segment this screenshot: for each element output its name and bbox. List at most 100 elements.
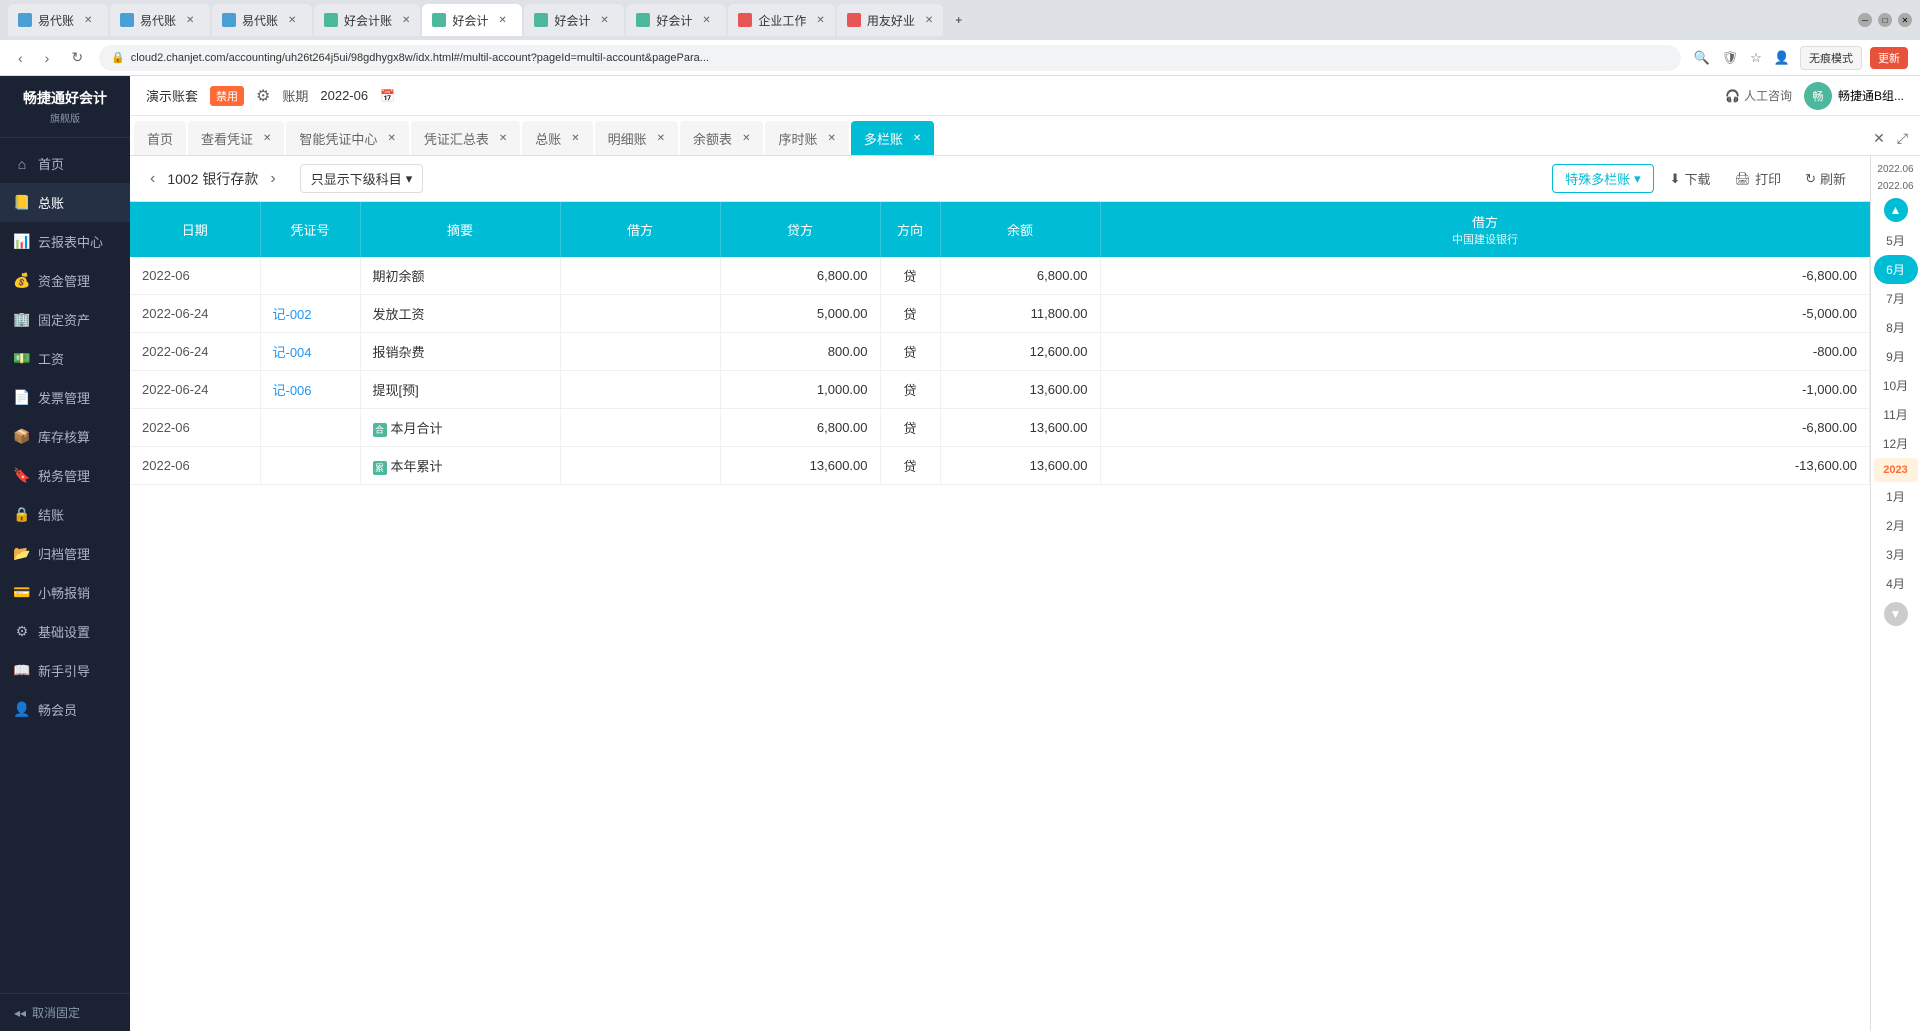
date-month-7[interactable]: 7月 (1874, 284, 1918, 313)
expand-panel-icon[interactable]: ⤢ (1893, 126, 1912, 151)
close-tab-detail[interactable]: ✕ (657, 133, 665, 144)
close-tab-smart[interactable]: ✕ (387, 133, 395, 144)
prev-account-btn[interactable]: ‹ (146, 168, 159, 190)
tab-general-ledger[interactable]: 总账 ✕ (522, 121, 592, 155)
sidebar-item-member[interactable]: 👤 畅会员 (0, 690, 130, 729)
nav-back-btn[interactable]: ‹ (12, 48, 29, 68)
close-tab-general[interactable]: ✕ (571, 133, 579, 144)
date-month-2023-3[interactable]: 3月 (1874, 540, 1918, 569)
new-tab-btn[interactable]: + (945, 4, 975, 36)
tab-close-2[interactable]: ✕ (186, 15, 194, 26)
sidebar-item-tax[interactable]: 🔖 税务管理 (0, 456, 130, 495)
tab-balance[interactable]: 余额表 ✕ (680, 121, 763, 155)
date-month-9[interactable]: 9月 (1874, 342, 1918, 371)
multi-col-btn[interactable]: 特殊多栏账 ▾ (1552, 164, 1654, 193)
sidebar-item-archive[interactable]: 📂 归档管理 (0, 534, 130, 573)
demo-badge[interactable]: 禁用 (210, 86, 244, 106)
sidebar-item-ledger[interactable]: 📒 总账 (0, 183, 130, 222)
sidebar-item-invoice[interactable]: 📄 发票管理 (0, 378, 130, 417)
tab-close-5[interactable]: ✕ (498, 15, 506, 26)
consult-btn[interactable]: 🎧 人工咨询 (1725, 87, 1792, 104)
refresh-btn[interactable]: ↻ 刷新 (1797, 165, 1854, 192)
date-month-12[interactable]: 12月 (1874, 429, 1918, 458)
cell-balance-0: 6,800.00 (940, 257, 1100, 295)
table-row: 2022-06-24 记-006 提现[预] 1,000.00 贷 13,600… (130, 371, 1870, 409)
nav-refresh-btn[interactable]: ↻ (65, 47, 89, 68)
close-tab-journal[interactable]: ✕ (827, 133, 835, 144)
tab-close-6[interactable]: ✕ (600, 15, 608, 26)
sidebar-item-funds[interactable]: 💰 资金管理 (0, 261, 130, 300)
sidebar-item-payroll[interactable]: 💵 工资 (0, 339, 130, 378)
close-tab-voucher-view[interactable]: ✕ (263, 133, 271, 144)
next-account-btn[interactable]: › (266, 168, 279, 190)
browser-tab-4[interactable]: 好会计账 ✕ (314, 4, 420, 36)
browser-tab-8[interactable]: 企业工作 ✕ (728, 4, 834, 36)
unpin-btn[interactable]: ◂◂ 取消固定 (14, 1004, 116, 1021)
sidebar-item-inventory[interactable]: 📦 库存核算 (0, 417, 130, 456)
update-btn[interactable]: 更新 (1870, 47, 1908, 69)
filter-dropdown[interactable]: 只显示下级科目 ▾ (300, 164, 424, 193)
date-nav-down[interactable]: ▼ (1884, 602, 1908, 626)
tab-bar-right: ✕ ⤢ (1869, 126, 1920, 155)
window-maximize[interactable]: □ (1878, 13, 1892, 27)
window-close[interactable]: ✕ (1898, 13, 1912, 27)
date-month-2023-4[interactable]: 4月 (1874, 569, 1918, 598)
shield-icon[interactable]: 🛡 (1720, 48, 1741, 68)
tab-voucher-view[interactable]: 查看凭证 ✕ (188, 121, 284, 155)
tab-close-7[interactable]: ✕ (702, 15, 710, 26)
sidebar-item-close[interactable]: 🔒 结账 (0, 495, 130, 534)
browser-tab-3[interactable]: 易代账 ✕ (212, 4, 312, 36)
close-panel-icon[interactable]: ✕ (1869, 126, 1889, 151)
date-month-6[interactable]: 6月 (1874, 255, 1918, 284)
tab-close-1[interactable]: ✕ (84, 15, 92, 26)
search-icon[interactable]: 🔍 (1691, 48, 1711, 68)
print-btn[interactable]: 🖨 打印 (1727, 165, 1790, 192)
browser-tab-9[interactable]: 用友好业 ✕ (837, 4, 943, 36)
nav-forward-btn[interactable]: › (39, 48, 56, 68)
tab-smart-voucher[interactable]: 智能凭证中心 ✕ (286, 121, 408, 155)
wuhen-btn[interactable]: 无痕模式 (1800, 46, 1862, 70)
browser-tab-6[interactable]: 好会计 ✕ (524, 4, 624, 36)
tab-home[interactable]: 首页 (134, 121, 186, 155)
date-month-2023-1[interactable]: 1月 (1874, 482, 1918, 511)
tab-close-4[interactable]: ✕ (402, 15, 410, 26)
profile-icon[interactable]: 👤 (1772, 48, 1792, 68)
date-month-11[interactable]: 11月 (1874, 400, 1918, 429)
sidebar-item-settings[interactable]: ⚙ 基础设置 (0, 612, 130, 651)
tab-close-8[interactable]: ✕ (816, 15, 824, 26)
close-tab-multi-col[interactable]: ✕ (913, 133, 921, 144)
sidebar-item-home[interactable]: ⌂ 首页 (0, 144, 130, 183)
tab-close-3[interactable]: ✕ (288, 15, 296, 26)
sidebar-item-reports[interactable]: 📊 云报表中心 (0, 222, 130, 261)
voucher-link-2[interactable]: 记-004 (273, 345, 312, 360)
browser-tab-1[interactable]: 易代账 ✕ (8, 4, 108, 36)
calendar-icon[interactable]: 📅 (380, 89, 395, 103)
close-tab-balance[interactable]: ✕ (742, 133, 750, 144)
voucher-link-3[interactable]: 记-006 (273, 383, 312, 398)
tab-journal[interactable]: 序时账 ✕ (765, 121, 848, 155)
date-nav-up[interactable]: ▲ (1884, 198, 1908, 222)
browser-tab-7[interactable]: 好会计 ✕ (626, 4, 726, 36)
window-minimize[interactable]: ─ (1858, 13, 1872, 27)
sidebar-item-fixed[interactable]: 🏢 固定资产 (0, 300, 130, 339)
date-month-8[interactable]: 8月 (1874, 313, 1918, 342)
user-avatar[interactable]: 畅 (1804, 82, 1832, 110)
voucher-link-1[interactable]: 记-002 (273, 307, 312, 322)
tab-close-9[interactable]: ✕ (925, 15, 933, 26)
browser-tab-5[interactable]: 好会计 ✕ (422, 4, 522, 36)
sidebar-item-expense[interactable]: 💳 小畅报销 (0, 573, 130, 612)
star-icon[interactable]: ☆ (1748, 48, 1764, 68)
sidebar-item-guide[interactable]: 📖 新手引导 (0, 651, 130, 690)
url-bar[interactable]: 🔒 cloud2.chanjet.com/accounting/uh26t264… (99, 45, 1681, 71)
date-month-2023-2[interactable]: 2月 (1874, 511, 1918, 540)
date-month-5[interactable]: 5月 (1874, 226, 1918, 255)
tab-multi-col[interactable]: 多栏账 ✕ (851, 121, 934, 155)
tab-detail-ledger[interactable]: 明细账 ✕ (595, 121, 678, 155)
browser-tab-2[interactable]: 易代账 ✕ (110, 4, 210, 36)
download-btn[interactable]: ⬇ 下载 (1662, 165, 1719, 192)
close-tab-summary[interactable]: ✕ (499, 133, 507, 144)
date-year-2023[interactable]: 2023 (1874, 458, 1918, 482)
date-month-10[interactable]: 10月 (1874, 371, 1918, 400)
tab-voucher-summary[interactable]: 凭证汇总表 ✕ (411, 121, 520, 155)
settings-icon[interactable]: ⚙ (256, 86, 270, 106)
